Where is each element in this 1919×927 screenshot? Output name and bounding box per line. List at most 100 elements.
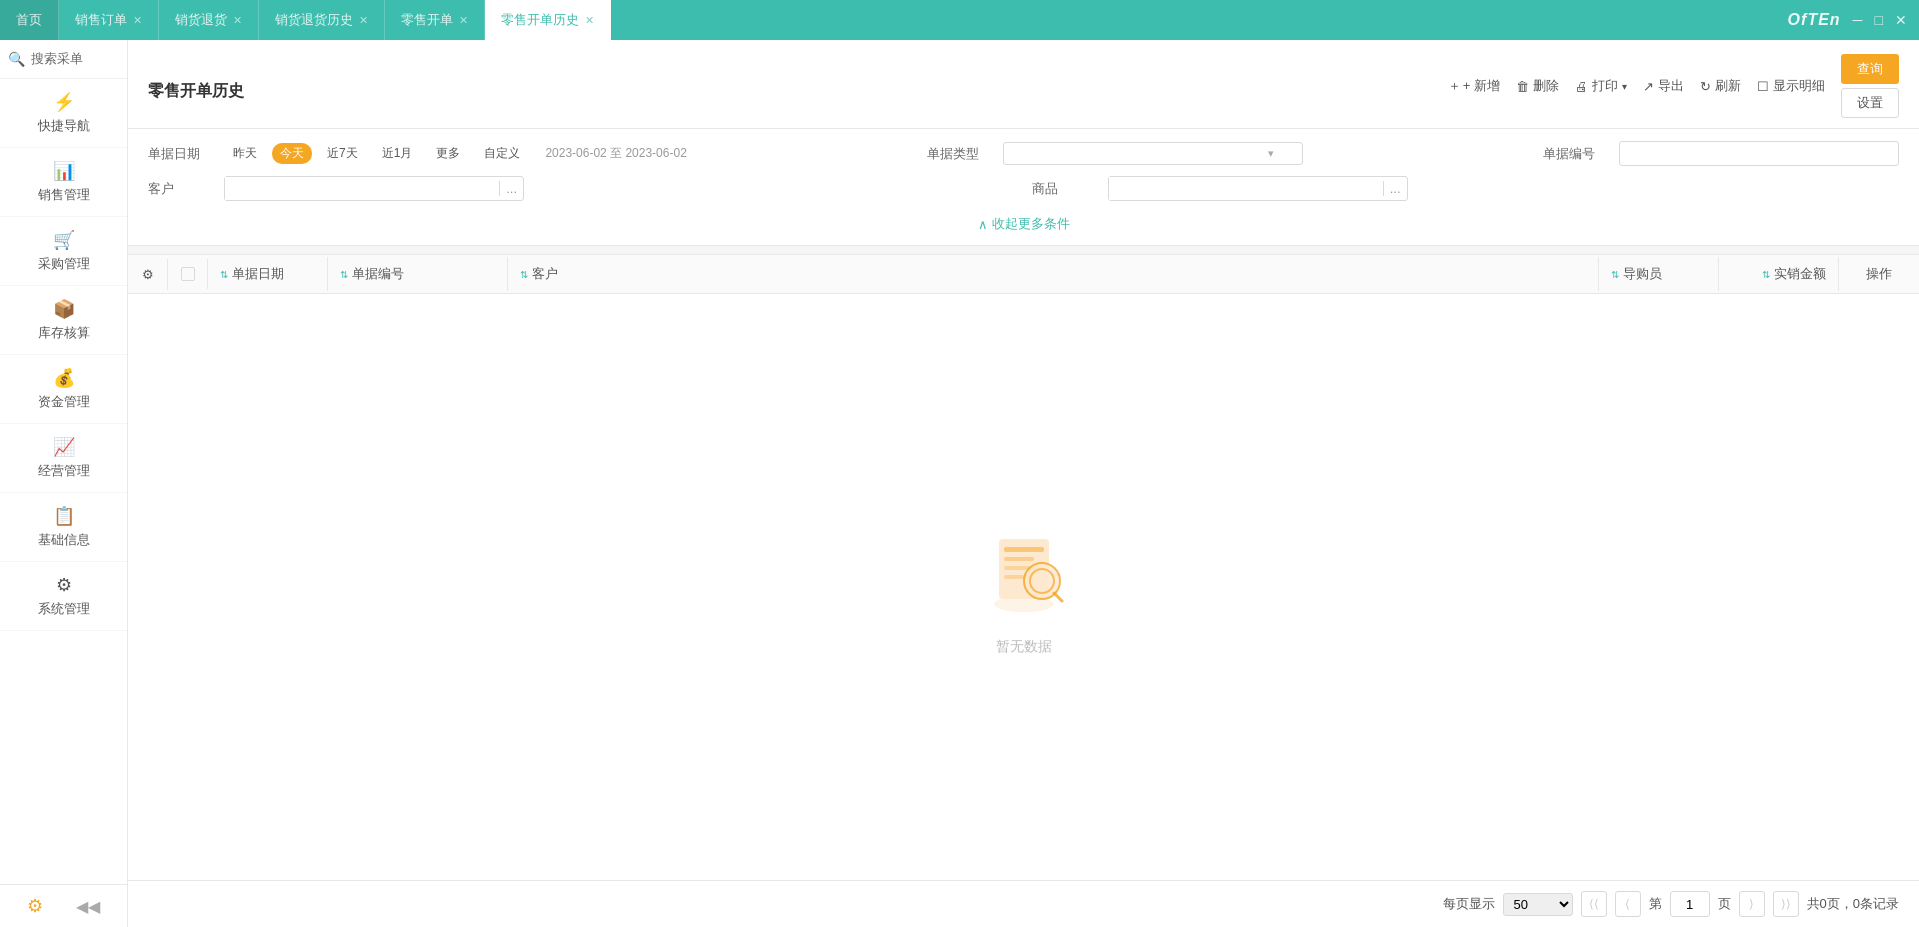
date-today[interactable]: 今天 bbox=[272, 143, 312, 164]
sidebar-item-sales[interactable]: 📊 销售管理 bbox=[0, 148, 127, 217]
sidebar-item-purchase-label: 采购管理 bbox=[38, 255, 90, 273]
window-controls: OfTEn ─ □ ✕ bbox=[1788, 11, 1919, 29]
minimize-icon[interactable]: ─ bbox=[1853, 12, 1863, 28]
collapse-label: 收起更多条件 bbox=[992, 215, 1070, 233]
sidebar-item-sales-label: 销售管理 bbox=[38, 186, 90, 204]
tab-sales-return-close[interactable]: ✕ bbox=[233, 14, 242, 27]
sidebar-item-purchase[interactable]: 🛒 采购管理 bbox=[0, 217, 127, 286]
main-layout: 🔍 搜索采单 ⚡ 快捷导航 📊 销售管理 🛒 采购管理 📦 库存核算 💰 bbox=[0, 40, 1919, 927]
tab-home[interactable]: 首页 bbox=[0, 0, 59, 40]
goods-input[interactable] bbox=[1109, 177, 1383, 200]
refresh-icon: ↻ bbox=[1700, 79, 1711, 94]
settings-button[interactable]: 设置 bbox=[1841, 88, 1899, 118]
page-label: 第 bbox=[1649, 895, 1662, 913]
page-size-select[interactable]: 50 100 200 bbox=[1503, 893, 1573, 916]
next-page-button[interactable]: ⟩ bbox=[1739, 891, 1765, 917]
content-area: 零售开单历史 ＋ + 新增 🗑 删除 🖨 打印 ▾ ↗ 导出 bbox=[128, 40, 1919, 927]
tab-sales-order[interactable]: 销售订单 ✕ bbox=[59, 0, 159, 40]
add-button[interactable]: ＋ + 新增 bbox=[1448, 77, 1500, 95]
sidebar-item-finance[interactable]: 💰 资金管理 bbox=[0, 355, 127, 424]
pagination-total: 共0页，0条记录 bbox=[1807, 895, 1899, 913]
sidebar-item-basic-info[interactable]: 📋 基础信息 bbox=[0, 493, 127, 562]
tab-sales-order-close[interactable]: ✕ bbox=[133, 14, 142, 27]
date-1month[interactable]: 近1月 bbox=[373, 142, 422, 165]
sidebar-collapse-icon[interactable]: ◀◀ bbox=[76, 897, 100, 916]
th-checkbox[interactable] bbox=[168, 259, 208, 289]
th-customer: ⇅ 客户 bbox=[508, 257, 1599, 291]
settings-column-icon[interactable]: ⚙ bbox=[142, 267, 154, 282]
customer-label: 客户 bbox=[148, 180, 208, 198]
date-7days[interactable]: 近7天 bbox=[318, 142, 367, 165]
svg-rect-3 bbox=[1004, 557, 1034, 561]
sidebar-item-quick-nav-label: 快捷导航 bbox=[38, 117, 90, 135]
type-select[interactable]: ▾ bbox=[1003, 142, 1303, 165]
sidebar-item-operations[interactable]: 📈 经营管理 bbox=[0, 424, 127, 493]
sort-date-icon[interactable]: ⇅ bbox=[220, 269, 228, 280]
tab-bar: 首页 销售订单 ✕ 销货退货 ✕ 销货退货历史 ✕ 零售开单 ✕ 零售开单历史 … bbox=[0, 0, 1919, 40]
date-label: 单据日期 bbox=[148, 145, 208, 163]
tab-sales-return-history-close[interactable]: ✕ bbox=[359, 14, 368, 27]
basic-info-icon: 📋 bbox=[53, 505, 75, 527]
date-shortcuts: 昨天 今天 近7天 近1月 更多 自定义 bbox=[224, 142, 529, 165]
date-more[interactable]: 更多 bbox=[427, 142, 469, 165]
th-amount-label: 实销金额 bbox=[1774, 265, 1826, 283]
sidebar-item-system[interactable]: ⚙ 系统管理 bbox=[0, 562, 127, 631]
tab-retail-history[interactable]: 零售开单历史 ✕ bbox=[485, 0, 611, 40]
th-settings[interactable]: ⚙ bbox=[128, 259, 168, 290]
add-label: + 新增 bbox=[1463, 77, 1500, 95]
first-page-button[interactable]: ⟨⟨ bbox=[1581, 891, 1607, 917]
tab-sales-return[interactable]: 销货退货 ✕ bbox=[159, 0, 259, 40]
goods-ellipsis[interactable]: ... bbox=[1383, 181, 1407, 196]
sort-customer-icon[interactable]: ⇅ bbox=[520, 269, 528, 280]
sort-order-icon[interactable]: ⇅ bbox=[340, 269, 348, 280]
empty-state: 暂无数据 bbox=[128, 294, 1919, 880]
table-header: ⚙ ⇅ 单据日期 ⇅ 单据编号 ⇅ 客户 ⇅ bbox=[128, 254, 1919, 294]
tab-retail-open[interactable]: 零售开单 ✕ bbox=[385, 0, 485, 40]
sidebar-search[interactable]: 🔍 搜索采单 bbox=[0, 40, 127, 79]
delete-button[interactable]: 🗑 删除 bbox=[1516, 77, 1559, 95]
date-custom[interactable]: 自定义 bbox=[475, 142, 529, 165]
prev-page-button[interactable]: ⟨ bbox=[1615, 891, 1641, 917]
sidebar-item-basic-info-label: 基础信息 bbox=[38, 531, 90, 549]
maximize-icon[interactable]: □ bbox=[1875, 12, 1883, 28]
refresh-button[interactable]: ↻ 刷新 bbox=[1700, 77, 1741, 95]
print-dropdown-icon[interactable]: ▾ bbox=[1622, 81, 1627, 92]
display-detail-button[interactable]: ☐ 显示明细 bbox=[1757, 77, 1825, 95]
header-actions: ＋ + 新增 🗑 删除 🖨 打印 ▾ ↗ 导出 ↻ bbox=[1448, 54, 1899, 128]
sidebar-nav: ⚡ 快捷导航 📊 销售管理 🛒 采购管理 📦 库存核算 💰 资金管理 📈 bbox=[0, 79, 127, 884]
tab-retail-open-close[interactable]: ✕ bbox=[459, 14, 468, 27]
order-no-label: 单据编号 bbox=[1543, 145, 1603, 163]
export-button[interactable]: ↗ 导出 bbox=[1643, 77, 1684, 95]
sort-amount-icon[interactable]: ⇅ bbox=[1762, 269, 1770, 280]
sort-guide-icon[interactable]: ⇅ bbox=[1611, 269, 1619, 280]
sidebar-item-inventory[interactable]: 📦 库存核算 bbox=[0, 286, 127, 355]
svg-rect-2 bbox=[1004, 547, 1044, 552]
query-button[interactable]: 查询 bbox=[1841, 54, 1899, 84]
last-page-button[interactable]: ⟩⟩ bbox=[1773, 891, 1799, 917]
th-order-no-label: 单据编号 bbox=[352, 265, 404, 283]
close-window-icon[interactable]: ✕ bbox=[1895, 12, 1907, 28]
customer-ellipsis[interactable]: ... bbox=[499, 181, 523, 196]
type-label: 单据类型 bbox=[927, 145, 987, 163]
header-checkbox[interactable] bbox=[181, 267, 195, 281]
date-yesterday[interactable]: 昨天 bbox=[224, 142, 266, 165]
order-no-input[interactable] bbox=[1619, 141, 1899, 166]
print-button[interactable]: 🖨 打印 ▾ bbox=[1575, 77, 1627, 95]
refresh-label: 刷新 bbox=[1715, 77, 1741, 95]
page-number-input[interactable] bbox=[1670, 891, 1710, 917]
checkbox-display-icon: ☐ bbox=[1757, 79, 1769, 94]
brand-text: OfTEn bbox=[1788, 11, 1841, 29]
collapse-button[interactable]: ∧ 收起更多条件 bbox=[978, 215, 1070, 233]
delete-icon: 🗑 bbox=[1516, 79, 1529, 94]
date-range-text: 2023-06-02 至 2023-06-02 bbox=[545, 145, 686, 162]
export-label: 导出 bbox=[1658, 77, 1684, 95]
customer-input[interactable] bbox=[225, 177, 499, 200]
tab-retail-history-label: 零售开单历史 bbox=[501, 11, 579, 29]
print-icon: 🖨 bbox=[1575, 79, 1588, 94]
sidebar-item-inventory-label: 库存核算 bbox=[38, 324, 90, 342]
tab-sales-return-history[interactable]: 销货退货历史 ✕ bbox=[259, 0, 385, 40]
print-label: 打印 bbox=[1592, 77, 1618, 95]
sidebar-settings-icon[interactable]: ⚙ bbox=[27, 895, 43, 917]
tab-retail-history-close[interactable]: ✕ bbox=[585, 14, 594, 27]
sidebar-item-quick-nav[interactable]: ⚡ 快捷导航 bbox=[0, 79, 127, 148]
